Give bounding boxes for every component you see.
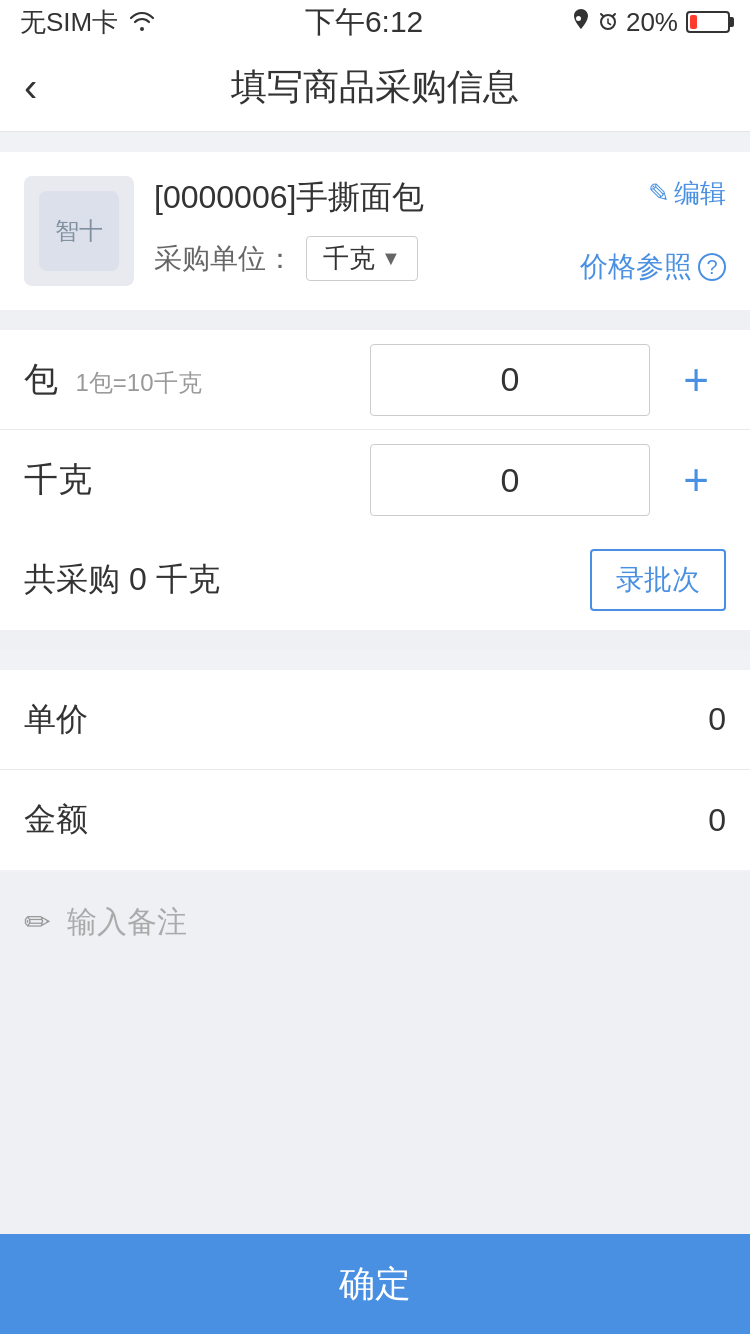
alarm-icon — [598, 7, 618, 38]
note-placeholder: 输入备注 — [67, 902, 187, 943]
product-name: [0000006]手撕面包 — [154, 176, 726, 220]
product-image: 智十 — [24, 176, 134, 286]
bao-label: 包 1包=10千克 — [24, 357, 202, 403]
pencil-icon: ✏ — [24, 903, 51, 941]
unit-value: 千克 — [323, 241, 375, 276]
nav-bar: ‹ 填写商品采购信息 — [0, 44, 750, 132]
amount-row: 金额 0 — [0, 770, 750, 870]
battery-percent: 20% — [626, 7, 678, 38]
unit-label: 采购单位： — [154, 240, 294, 278]
product-logo: 智十 — [39, 191, 119, 271]
bao-input-row: 包 1包=10千克 0 + — [0, 330, 750, 430]
wifi-icon — [128, 7, 156, 38]
total-row: 共采购 0 千克 录批次 — [0, 530, 750, 630]
price-section: 单价 0 金额 0 — [0, 670, 750, 870]
back-button[interactable]: ‹ — [24, 65, 37, 110]
amount-label: 金额 — [24, 798, 88, 842]
location-icon — [572, 7, 590, 38]
separator-2 — [0, 630, 750, 650]
kg-plus-button[interactable]: + — [666, 450, 726, 510]
battery-icon — [686, 11, 730, 33]
status-left: 无SIM卡 — [20, 5, 156, 40]
status-right: 20% — [572, 7, 730, 38]
unit-price-value: 0 — [708, 701, 726, 738]
edit-icon: ✎ — [648, 178, 670, 209]
bao-sublabel: 1包=10千克 — [75, 369, 201, 396]
separator-1 — [0, 310, 750, 330]
unit-price-label: 单价 — [24, 698, 88, 742]
kg-input-row: 千克 0 + — [0, 430, 750, 530]
carrier-text: 无SIM卡 — [20, 5, 118, 40]
confirm-button[interactable]: 确定 — [0, 1234, 750, 1334]
kg-field-wrap: 0 + — [184, 444, 726, 516]
bao-field-wrap: 0 + — [202, 344, 726, 416]
help-icon: ? — [698, 253, 726, 281]
total-text: 共采购 0 千克 — [24, 558, 220, 602]
product-card: 智十 [0000006]手撕面包 采购单位： 千克 ▼ ✎ 编辑 价格参照 ? — [0, 152, 750, 310]
price-ref-label: 价格参照 — [580, 248, 692, 286]
dropdown-arrow-icon: ▼ — [381, 247, 401, 270]
edit-label: 编辑 — [674, 176, 726, 211]
kg-label: 千克 — [24, 457, 184, 503]
content-filler — [0, 972, 750, 1252]
status-time: 下午6:12 — [305, 2, 423, 43]
input-section: 包 1包=10千克 0 + 千克 0 + — [0, 330, 750, 530]
amount-value: 0 — [708, 802, 726, 839]
unit-select[interactable]: 千克 ▼ — [306, 236, 418, 281]
edit-link[interactable]: ✎ 编辑 — [648, 176, 726, 211]
status-bar: 无SIM卡 下午6:12 20% — [0, 0, 750, 44]
unit-price-row: 单价 0 — [0, 670, 750, 770]
note-section[interactable]: ✏ 输入备注 — [0, 872, 750, 972]
batch-button[interactable]: 录批次 — [590, 549, 726, 611]
price-ref-link[interactable]: 价格参照 ? — [580, 248, 726, 286]
page-title: 填写商品采购信息 — [231, 63, 519, 112]
bao-input-box[interactable]: 0 — [370, 344, 650, 416]
bao-plus-button[interactable]: + — [666, 350, 726, 410]
kg-input-box[interactable]: 0 — [370, 444, 650, 516]
